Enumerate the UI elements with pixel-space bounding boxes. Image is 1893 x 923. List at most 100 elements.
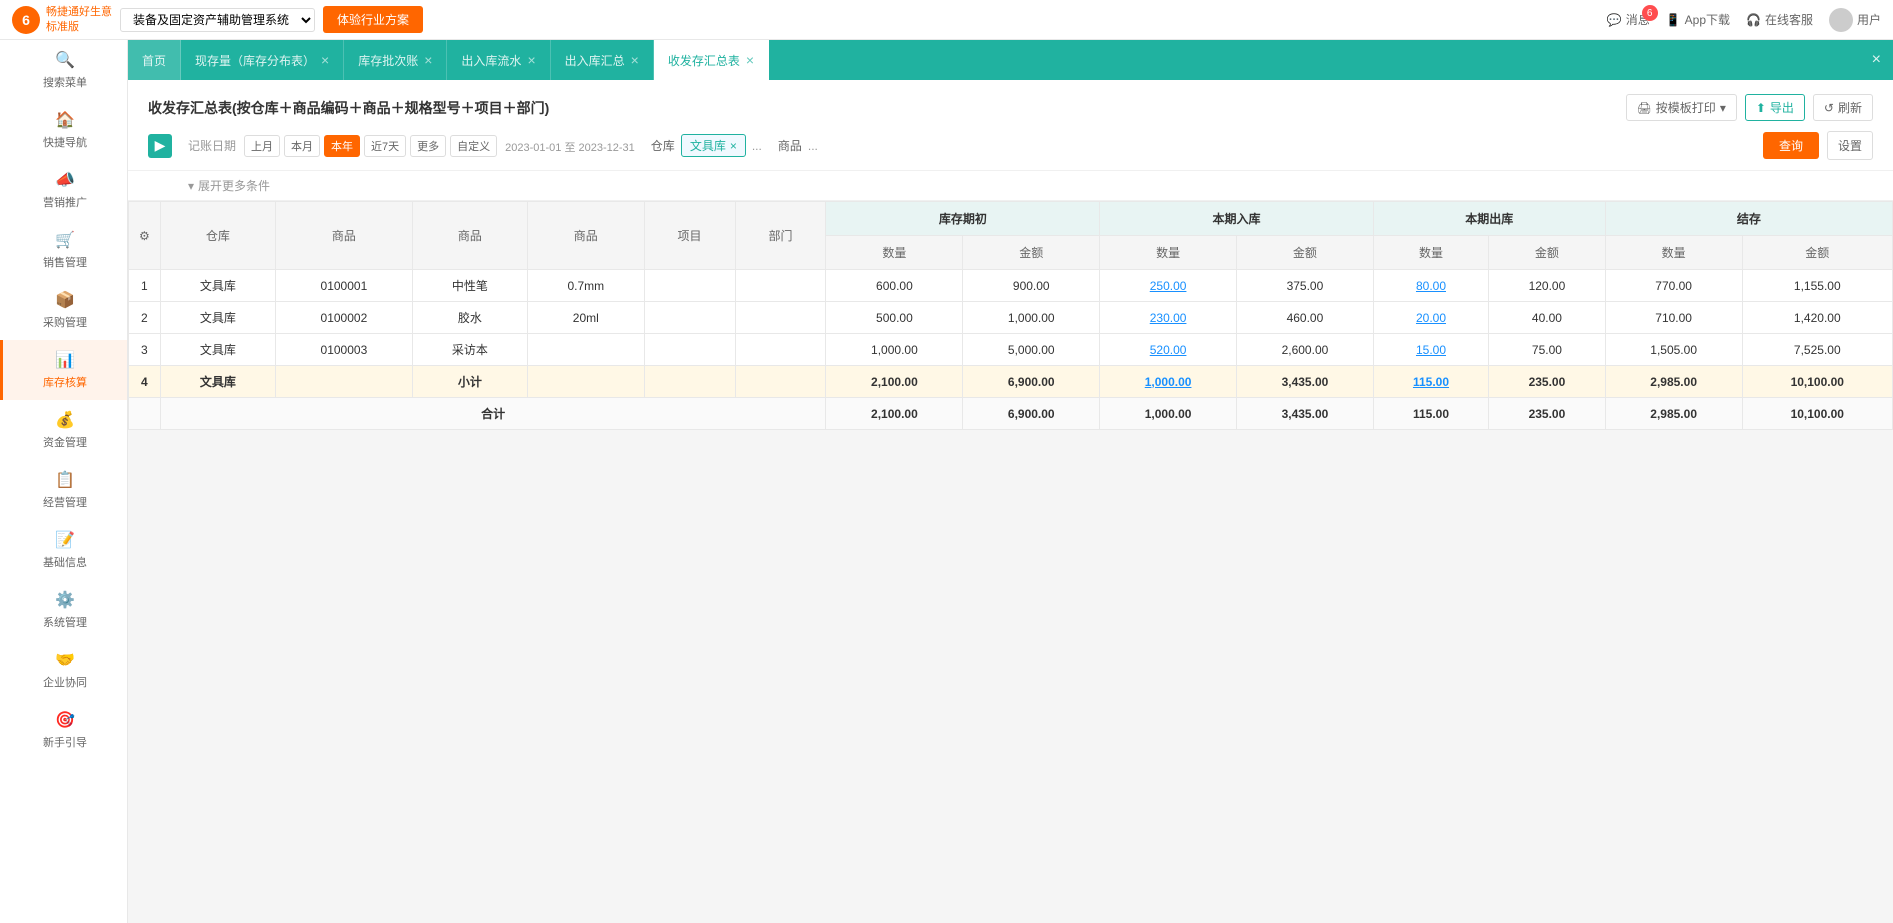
cell-project [644, 302, 735, 334]
date-btn-this-month[interactable]: 本月 [284, 135, 320, 157]
sidebar-item-quicknav[interactable]: 🏠 快捷导航 [0, 100, 127, 160]
filter-expand-button[interactable]: ▶ [148, 134, 172, 158]
th-period-out: 本期出库 [1373, 202, 1605, 236]
cell-in-qty[interactable]: 520.00 [1100, 334, 1237, 366]
cell-out-qty-link[interactable]: 115.00 [1413, 375, 1449, 389]
th-department: 部门 [735, 202, 826, 270]
expand-conditions-bar: ▾ 展开更多条件 [128, 171, 1893, 201]
sidebar: 🔍 搜索菜单 🏠 快捷导航 📣 营销推广 🛒 销售管理 📦 采购管理 📊 [0, 40, 128, 923]
sidebar-item-enterprise[interactable]: 🤝 企业协同 [0, 640, 127, 700]
tab-recv-send[interactable]: 收发存汇总表 × [654, 40, 769, 80]
cell-in-qty-link[interactable]: 520.00 [1150, 343, 1187, 357]
sidebar-item-inventory[interactable]: 📊 库存核算 [0, 340, 127, 400]
product-label: 商品 [778, 137, 802, 154]
tab-inout-flow[interactable]: 出入库流水 × [447, 40, 550, 80]
query-button[interactable]: 查询 [1763, 132, 1819, 159]
system-selector[interactable]: 装备及固定资产辅助管理系统 [120, 8, 315, 32]
cell-seq: 3 [129, 334, 161, 366]
sidebar-item-search[interactable]: 🔍 搜索菜单 [0, 40, 127, 100]
sidebar-item-basic[interactable]: 📝 基础信息 [0, 520, 127, 580]
footer-out-amt: 235.00 [1489, 398, 1606, 430]
tab-recv-send-close[interactable]: × [746, 52, 754, 68]
cell-product-spec: 20ml [528, 302, 645, 334]
trial-button[interactable]: 体验行业方案 [323, 6, 423, 33]
cell-in-qty[interactable]: 230.00 [1100, 302, 1237, 334]
tab-batch[interactable]: 库存批次账 × [344, 40, 447, 80]
system-icon: ⚙️ [55, 590, 75, 610]
tab-inout-summary-close[interactable]: × [631, 52, 639, 68]
cell-in-qty[interactable]: 1,000.00 [1100, 366, 1237, 398]
sidebar-item-marketing[interactable]: 📣 营销推广 [0, 160, 127, 220]
export-button[interactable]: ⬆ 导出 [1745, 94, 1805, 121]
date-btn-more[interactable]: 更多 [410, 135, 446, 157]
product-filter-dots[interactable]: ... [808, 139, 818, 153]
sidebar-item-operations[interactable]: 📋 经营管理 [0, 460, 127, 520]
expand-arrow-icon: ▾ [188, 179, 194, 193]
cell-in-amt: 375.00 [1237, 270, 1374, 302]
date-btn-this-year[interactable]: 本年 [324, 135, 360, 157]
cell-in-qty[interactable]: 250.00 [1100, 270, 1237, 302]
sidebar-item-purchase[interactable]: 📦 采购管理 [0, 280, 127, 340]
print-button[interactable]: 🖨 按模板打印 ▾ [1626, 94, 1737, 121]
page-content: 收发存汇总表(按仓库＋商品编码＋商品＋规格型号＋项目＋部门) 🖨 按模板打印 ▾… [128, 80, 1893, 923]
date-btn-custom[interactable]: 自定义 [450, 135, 497, 157]
cell-in-qty-link[interactable]: 250.00 [1150, 279, 1187, 293]
cell-out-qty-link[interactable]: 15.00 [1416, 343, 1446, 357]
cell-seq: 1 [129, 270, 161, 302]
date-btn-7days[interactable]: 近7天 [364, 135, 406, 157]
tab-home[interactable]: 首页 [128, 40, 181, 80]
footer-in-amt: 3,435.00 [1237, 398, 1374, 430]
warehouse-tag-remove[interactable]: × [730, 139, 737, 153]
th-close-amt: 金额 [1742, 236, 1892, 270]
cell-department [735, 270, 826, 302]
cell-out-qty[interactable]: 80.00 [1373, 270, 1488, 302]
sidebar-item-finance[interactable]: 💰 资金管理 [0, 400, 127, 460]
notification-item[interactable]: 💬 消息 6 [1607, 11, 1650, 28]
tab-inout-flow-close[interactable]: × [527, 52, 535, 68]
sidebar-item-guide[interactable]: 🎯 新手引导 [0, 700, 127, 760]
cell-out-qty-link[interactable]: 80.00 [1416, 279, 1446, 293]
cell-in-qty-link[interactable]: 230.00 [1150, 311, 1187, 325]
cell-department [735, 366, 826, 398]
finance-icon: 💰 [55, 410, 75, 430]
user-item[interactable]: 用户 [1829, 8, 1881, 32]
cell-in-qty-link[interactable]: 1,000.00 [1145, 375, 1192, 389]
cell-out-qty[interactable]: 115.00 [1373, 366, 1488, 398]
cell-out-qty[interactable]: 15.00 [1373, 334, 1488, 366]
export-icon: ⬆ [1756, 101, 1766, 115]
cell-department [735, 302, 826, 334]
sidebar-item-system[interactable]: ⚙️ 系统管理 [0, 580, 127, 640]
cell-out-qty-link[interactable]: 20.00 [1416, 311, 1446, 325]
tab-stock-dist-label: 现存量（库存分布表） [195, 52, 315, 69]
cell-out-qty[interactable]: 20.00 [1373, 302, 1488, 334]
sidebar-item-sales[interactable]: 🛒 销售管理 [0, 220, 127, 280]
avatar [1829, 8, 1853, 32]
inventory-icon: 📊 [55, 350, 75, 370]
refresh-icon: ↺ [1824, 101, 1834, 115]
date-btn-prev-month[interactable]: 上月 [244, 135, 280, 157]
th-out-amt: 金额 [1489, 236, 1606, 270]
sidebar-label-search: 搜索菜单 [43, 74, 87, 90]
tab-stock-dist[interactable]: 现存量（库存分布表） × [181, 40, 344, 80]
chevron-down-icon: ▾ [1720, 101, 1726, 115]
th-settings: ⚙ [129, 202, 161, 270]
tab-inout-summary[interactable]: 出入库汇总 × [551, 40, 654, 80]
warehouse-filter-dots[interactable]: ... [752, 139, 762, 153]
table-footer-row: 合计 2,100.00 6,900.00 1,000.00 3,435.00 1… [129, 398, 1893, 430]
tab-home-label: 首页 [142, 52, 166, 69]
sales-icon: 🛒 [55, 230, 75, 250]
expand-conditions-button[interactable]: ▾ 展开更多条件 [188, 177, 1873, 194]
tab-close-all[interactable]: × [1860, 51, 1893, 69]
warehouse-label: 仓库 [651, 137, 675, 154]
settings-button[interactable]: 设置 [1827, 131, 1873, 160]
app-download-item[interactable]: 📱 App下载 [1666, 11, 1730, 28]
refresh-button[interactable]: ↺ 刷新 [1813, 94, 1873, 121]
tab-batch-close[interactable]: × [424, 52, 432, 68]
top-bar-left: 6 畅捷通好生意 标准版 装备及固定资产辅助管理系统 体验行业方案 [12, 5, 423, 34]
online-support-item[interactable]: 🎧 在线客服 [1746, 11, 1813, 28]
filter-bar: ▶ 记账日期 上月 本月 本年 近7天 更多 自定义 2023-0 [128, 121, 1893, 171]
tab-stock-dist-close[interactable]: × [321, 52, 329, 68]
th-out-qty: 数量 [1373, 236, 1488, 270]
sidebar-label-marketing: 营销推广 [43, 194, 87, 210]
page-title: 收发存汇总表(按仓库＋商品编码＋商品＋规格型号＋项目＋部门) [148, 98, 549, 118]
